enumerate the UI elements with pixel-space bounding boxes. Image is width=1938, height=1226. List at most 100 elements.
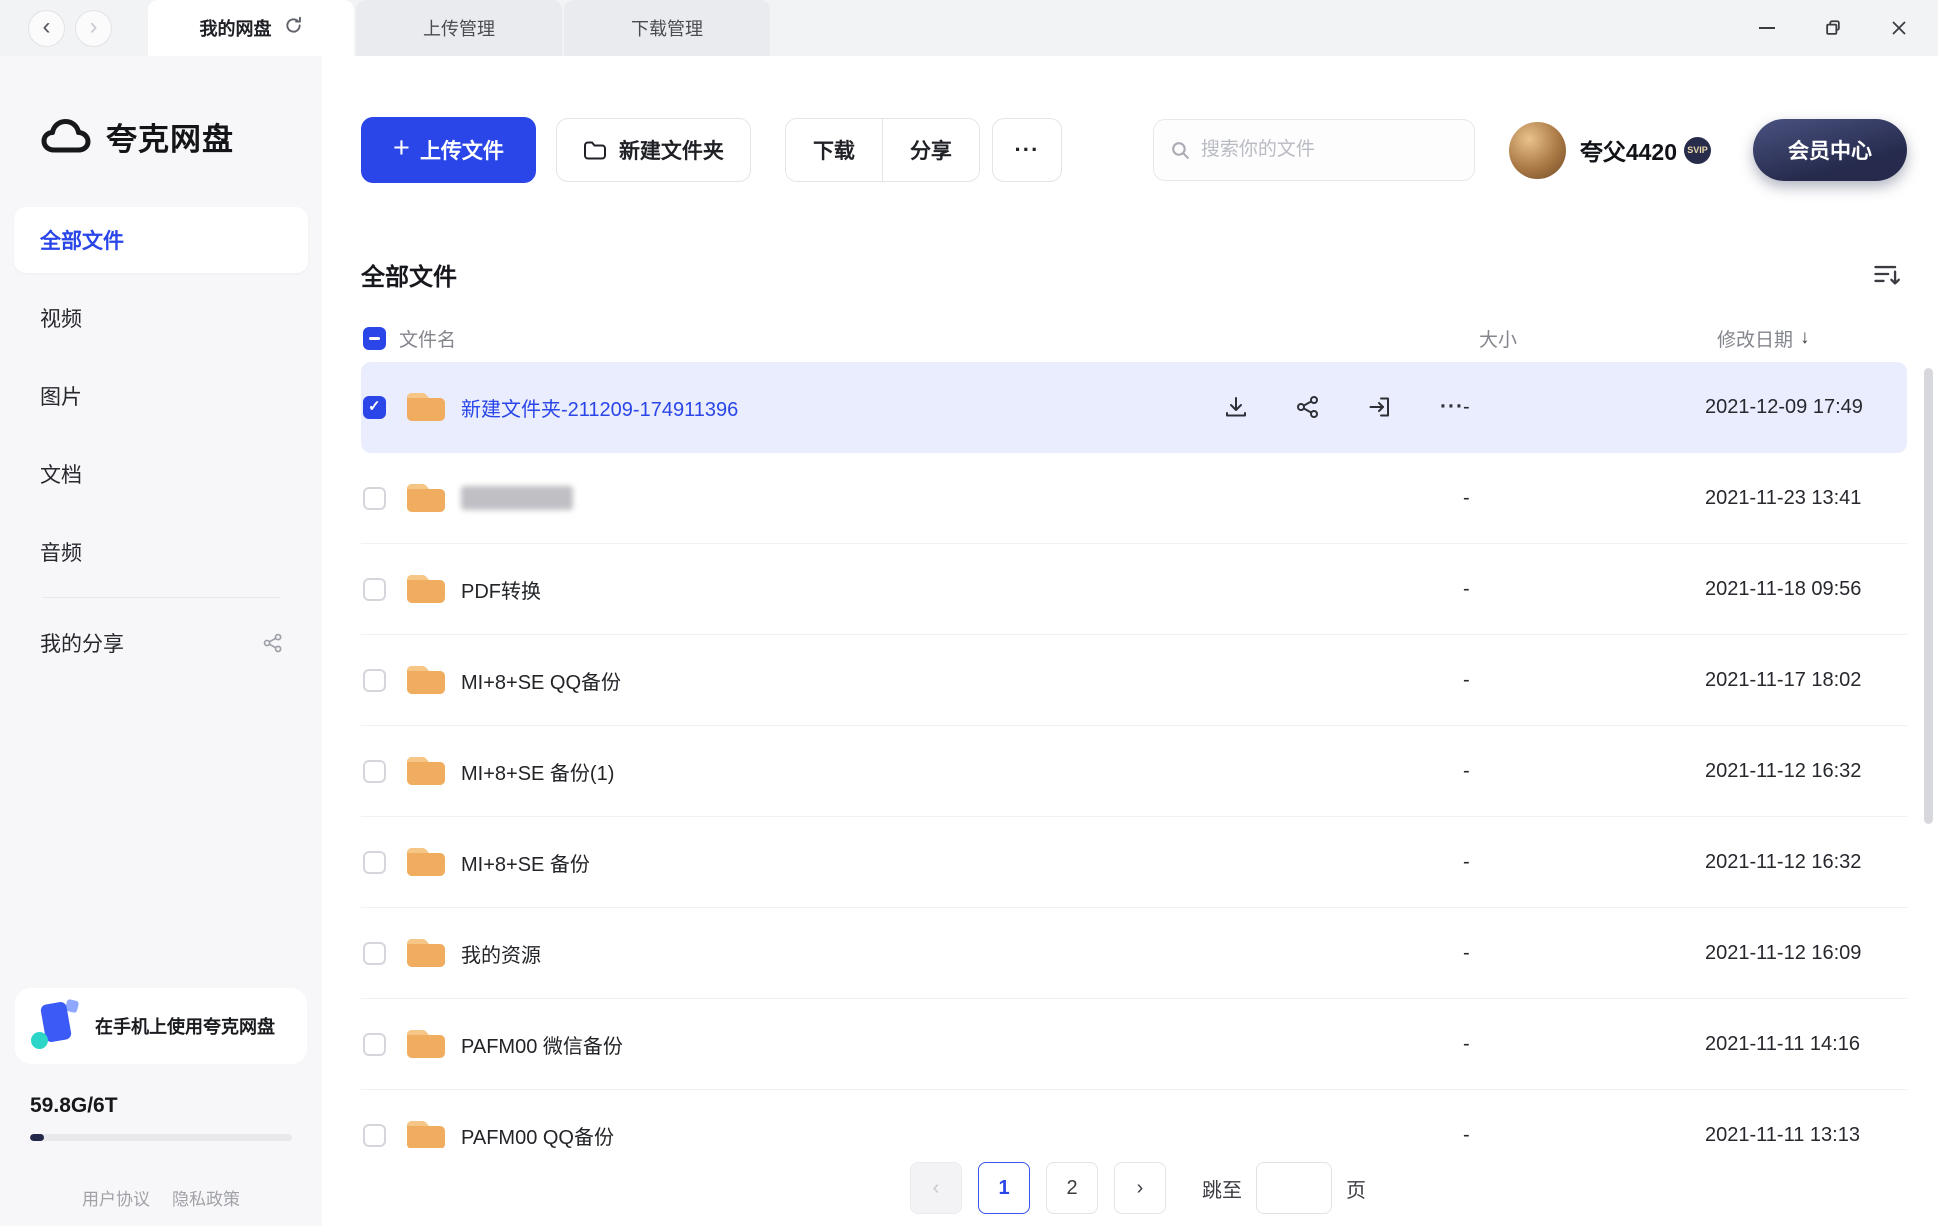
file-size: - (1463, 941, 1470, 964)
file-row[interactable]: MI+8+SE 备份(1) - 2021-11-12 16:32 (361, 726, 1907, 817)
file-list: 新建文件夹-211209-174911396 (361, 362, 1907, 1148)
column-date[interactable]: 修改日期 ↓ (1662, 325, 1907, 352)
file-name[interactable]: MI+8+SE 备份 (461, 848, 590, 877)
share-button[interactable]: 分享 (882, 119, 979, 181)
file-row[interactable]: 我的资源 - 2021-11-12 16:09 (361, 908, 1907, 999)
page-button-2[interactable]: 2 (1046, 1162, 1098, 1214)
username: 夸父4420 (1579, 139, 1677, 165)
file-row[interactable]: 新建文件夹-211209-174911396 (361, 362, 1907, 453)
next-page-button[interactable]: › (1114, 1162, 1166, 1214)
file-name[interactable]: MI+8+SE QQ备份 (461, 666, 621, 695)
row-checkbox[interactable] (363, 1123, 386, 1147)
main-content: + 上传文件 新建文件夹 下载 分享 ··· 搜索你的文件 夸父4420 SVI… (322, 56, 1938, 1226)
avatar[interactable] (1508, 121, 1566, 179)
page-unit-label: 页 (1346, 1179, 1366, 1202)
new-folder-button[interactable]: 新建文件夹 (555, 118, 751, 182)
refresh-icon[interactable] (284, 16, 303, 40)
search-input[interactable] (1200, 139, 1458, 161)
prev-page-icon: ‹ (932, 1176, 940, 1199)
file-name[interactable]: PAFM00 微信备份 (461, 1030, 623, 1059)
file-name[interactable]: 新建文件夹-211209-174911396 (461, 393, 738, 422)
sidebar-item-audio[interactable]: 音频 (14, 519, 308, 585)
share-nodes-icon (263, 633, 282, 653)
mobile-app-promo[interactable]: 在手机上使用夸克网盘 (15, 988, 307, 1064)
sidebar-item-all-files[interactable]: 全部文件 (14, 207, 308, 273)
forward-button[interactable]: › (75, 9, 112, 47)
column-size: 大小 (1479, 329, 1518, 351)
sidebar-item-label: 视频 (40, 308, 82, 331)
more-actions-button[interactable]: ··· (991, 118, 1062, 182)
upload-file-button[interactable]: + 上传文件 (361, 117, 536, 183)
file-row[interactable]: PAFM00 微信备份 - 2021-11-11 14:16 (361, 999, 1907, 1090)
folder-outline-icon (583, 141, 606, 159)
row-checkbox[interactable] (363, 1032, 386, 1056)
history-nav: ‹ › (28, 9, 112, 47)
row-more-button[interactable]: ··· (1438, 393, 1466, 421)
file-date: 2021-11-18 09:56 (1705, 577, 1862, 600)
page-button-1[interactable]: 1 (978, 1162, 1030, 1214)
app-window: ‹ › 我的网盘 上传管理 下载管理 夸克网盘 全部文件 视频 图片 文档 音频… (0, 0, 1938, 1226)
row-checkbox[interactable] (363, 941, 386, 965)
file-row[interactable]: PAFM00 QQ备份 - 2021-11-11 13:13 (361, 1090, 1907, 1148)
tab-download-manager[interactable]: 下载管理 (564, 0, 770, 56)
tab-bar: 我的网盘 上传管理 下载管理 (148, 0, 772, 56)
row-share-button[interactable] (1294, 393, 1322, 421)
upload-file-label: 上传文件 (419, 140, 504, 163)
row-checkbox[interactable] (363, 850, 386, 874)
back-button[interactable]: ‹ (28, 9, 65, 47)
row-checkbox[interactable] (363, 486, 386, 510)
row-checkbox[interactable] (363, 577, 386, 601)
file-size: - (1463, 486, 1470, 509)
restore-button[interactable] (1822, 17, 1844, 39)
row-checkbox[interactable] (363, 759, 386, 783)
file-row[interactable]: PDF转换 - 2021-11-18 09:56 (361, 544, 1907, 635)
search-box (1152, 119, 1475, 181)
select-all-checkbox[interactable] (363, 326, 386, 350)
download-button[interactable]: 下载 (785, 119, 882, 181)
file-date: 2021-11-12 16:32 (1705, 759, 1862, 782)
prev-page-button[interactable]: ‹ (910, 1162, 962, 1214)
new-folder-label: 新建文件夹 (618, 140, 724, 163)
sidebar-bottom: 在手机上使用夸克网盘 59.8G/6T 用户协议 隐私政策 (0, 988, 322, 1226)
jump-page-input[interactable] (1256, 1162, 1332, 1214)
sidebar-item-label: 音频 (40, 542, 82, 565)
file-row[interactable]: MI+8+SE 备份 - 2021-11-12 16:32 (361, 817, 1907, 908)
file-name[interactable]: 我的资源 (461, 939, 541, 968)
member-center-button[interactable]: 会员中心 (1753, 119, 1907, 181)
row-move-to-button[interactable] (1366, 393, 1394, 421)
minimize-button[interactable] (1756, 17, 1778, 39)
plus-icon: + (393, 132, 410, 164)
row-checkbox[interactable] (363, 395, 386, 419)
scrollbar-thumb[interactable] (1924, 368, 1933, 824)
file-row[interactable]: MI+8+SE QQ备份 - 2021-11-17 18:02 (361, 635, 1907, 726)
close-button[interactable] (1888, 17, 1910, 39)
sidebar-item-videos[interactable]: 视频 (14, 285, 308, 351)
next-page-icon: › (1136, 1176, 1144, 1199)
tab-my-drive[interactable]: 我的网盘 (148, 0, 354, 56)
row-more-icon: ··· (1440, 395, 1464, 418)
tab-upload-manager[interactable]: 上传管理 (356, 0, 562, 56)
terms-link[interactable]: 用户协议 (82, 1185, 150, 1210)
column-name: 文件名 (399, 329, 457, 351)
svip-badge: SVIP (1684, 136, 1711, 164)
folder-icon (399, 389, 461, 425)
sidebar-item-my-shares[interactable]: 我的分享 (14, 610, 308, 676)
file-name[interactable]: PDF转换 (461, 575, 541, 604)
list-view-sort-button[interactable] (1871, 259, 1903, 291)
page-number: 2 (1066, 1176, 1078, 1199)
share-label: 分享 (909, 140, 952, 163)
sidebar-item-documents[interactable]: 文档 (14, 441, 308, 507)
file-name[interactable]: MI+8+SE 备份(1) (461, 757, 614, 786)
sidebar-divider (42, 597, 280, 598)
sidebar-item-images[interactable]: 图片 (14, 363, 308, 429)
folder-icon (399, 753, 461, 789)
file-date: 2021-11-11 14:16 (1705, 1032, 1860, 1055)
list-sort-icon (1874, 265, 1900, 285)
file-size: - (1463, 1032, 1470, 1055)
user-account[interactable]: 夸父4420 SVIP (1508, 121, 1711, 179)
row-checkbox[interactable] (363, 668, 386, 692)
file-name[interactable]: PAFM00 QQ备份 (461, 1121, 614, 1149)
file-row[interactable]: ··· - 2021-11-23 13:41 (361, 453, 1907, 544)
privacy-link[interactable]: 隐私政策 (172, 1185, 240, 1210)
row-download-button[interactable] (1222, 393, 1250, 421)
